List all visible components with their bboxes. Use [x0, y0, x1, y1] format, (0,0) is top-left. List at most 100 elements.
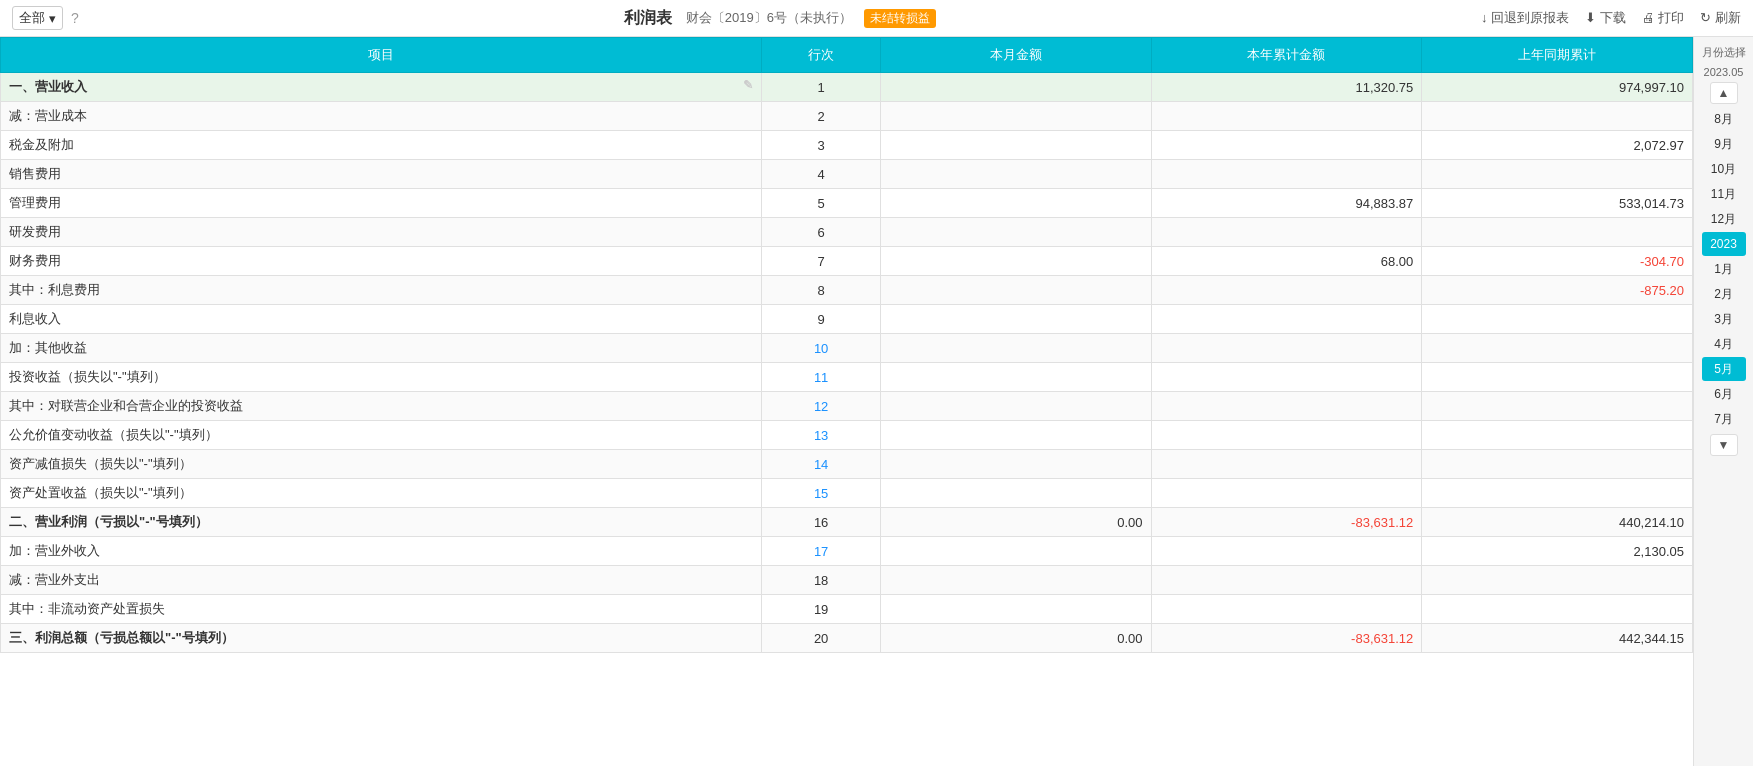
- cell-year: -83,631.12: [1151, 624, 1422, 653]
- refresh-button[interactable]: ↻ 刷新: [1700, 9, 1741, 27]
- cell-month: [880, 479, 1151, 508]
- cell-rownum[interactable]: 14: [762, 450, 880, 479]
- cell-prev: [1422, 450, 1693, 479]
- cell-year: [1151, 479, 1422, 508]
- cell-rownum[interactable]: 11: [762, 363, 880, 392]
- month-item[interactable]: 11月: [1702, 182, 1746, 206]
- month-item[interactable]: 2月: [1702, 282, 1746, 306]
- cell-item: 其中：对联营企业和合营企业的投资收益: [1, 392, 762, 421]
- sidebar-months: 8月9月10月11月12月20231月2月3月4月5月6月7月: [1700, 106, 1748, 432]
- right-sidebar: 月份选择 2023.05 ▲ 8月9月10月11月12月20231月2月3月4月…: [1693, 37, 1753, 766]
- cell-prev: [1422, 305, 1693, 334]
- header-month: 本月金额: [880, 38, 1151, 73]
- month-item[interactable]: 4月: [1702, 332, 1746, 356]
- cell-prev: [1422, 566, 1693, 595]
- cell-year: [1151, 334, 1422, 363]
- cell-prev: 440,214.10: [1422, 508, 1693, 537]
- sidebar-title: 月份选择: [1694, 41, 1753, 64]
- report-table: 项目 行次 本月金额 本年累计金额 上年同期累计 一、营业收入✎1 11,320.…: [0, 37, 1693, 653]
- cell-item: 其中：非流动资产处置损失: [1, 595, 762, 624]
- print-button[interactable]: 🖨 打印: [1642, 9, 1685, 27]
- app-container: 全部 ▾ ? 利润表 财会〔2019〕6号（未执行） 未结转损益 ↓ 回退到原报…: [0, 0, 1753, 766]
- month-item[interactable]: 6月: [1702, 382, 1746, 406]
- cell-item: 税金及附加: [1, 131, 762, 160]
- scope-label: 全部: [19, 9, 45, 27]
- cell-item: 一、营业收入✎: [1, 73, 762, 102]
- cell-rownum: 2: [762, 102, 880, 131]
- cell-year: [1151, 276, 1422, 305]
- help-icon[interactable]: ?: [71, 10, 79, 26]
- table-row: 三、利润总额（亏损总额以"-"号填列）200.00-83,631.12442,3…: [1, 624, 1693, 653]
- month-item[interactable]: 12月: [1702, 207, 1746, 231]
- cell-prev: -875.20: [1422, 276, 1693, 305]
- cell-month: [880, 189, 1151, 218]
- cell-prev: [1422, 595, 1693, 624]
- cell-rownum: 8: [762, 276, 880, 305]
- cell-item: 减：营业成本: [1, 102, 762, 131]
- month-item[interactable]: 3月: [1702, 307, 1746, 331]
- cell-rownum: 4: [762, 160, 880, 189]
- table-row: 资产减值损失（损失以"-"填列）14: [1, 450, 1693, 479]
- download-button[interactable]: ⬇ 下载: [1585, 9, 1626, 27]
- table-row: 二、营业利润（亏损以"-"号填列）160.00-83,631.12440,214…: [1, 508, 1693, 537]
- cell-item: 二、营业利润（亏损以"-"号填列）: [1, 508, 762, 537]
- cell-prev: -304.70: [1422, 247, 1693, 276]
- edit-icon[interactable]: ✎: [743, 78, 753, 92]
- table-row: 其中：利息费用8 -875.20: [1, 276, 1693, 305]
- table-row: 一、营业收入✎1 11,320.75974,997.10: [1, 73, 1693, 102]
- cell-prev: [1422, 392, 1693, 421]
- sidebar-up-button[interactable]: ▲: [1710, 82, 1738, 104]
- cell-rownum[interactable]: 12: [762, 392, 880, 421]
- cell-rownum[interactable]: 17: [762, 537, 880, 566]
- cell-rownum: 20: [762, 624, 880, 653]
- month-item[interactable]: 1月: [1702, 257, 1746, 281]
- cell-month: [880, 131, 1151, 160]
- back-button[interactable]: ↓ 回退到原报表: [1481, 9, 1569, 27]
- cell-item: 加：营业外收入: [1, 537, 762, 566]
- main-area: 项目 行次 本月金额 本年累计金额 上年同期累计 一、营业收入✎1 11,320.…: [0, 37, 1753, 766]
- cell-prev: 974,997.10: [1422, 73, 1693, 102]
- page-title: 利润表: [624, 8, 672, 29]
- cell-item: 其中：利息费用: [1, 276, 762, 305]
- cell-item: 资产处置收益（损失以"-"填列）: [1, 479, 762, 508]
- month-item[interactable]: 8月: [1702, 107, 1746, 131]
- cell-month: [880, 363, 1151, 392]
- top-bar-center: 利润表 财会〔2019〕6号（未执行） 未结转损益: [624, 8, 936, 29]
- top-bar-left: 全部 ▾ ?: [12, 6, 79, 30]
- cell-item: 利息收入: [1, 305, 762, 334]
- table-row: 其中：对联营企业和合营企业的投资收益12: [1, 392, 1693, 421]
- month-item[interactable]: 5月: [1702, 357, 1746, 381]
- sidebar-down-button[interactable]: ▼: [1710, 434, 1738, 456]
- cell-item: 减：营业外支出: [1, 566, 762, 595]
- dropdown-arrow-icon: ▾: [49, 11, 56, 26]
- cell-rownum: 16: [762, 508, 880, 537]
- month-item[interactable]: 7月: [1702, 407, 1746, 431]
- table-row: 加：其他收益10: [1, 334, 1693, 363]
- cell-rownum: 6: [762, 218, 880, 247]
- cell-month: [880, 247, 1151, 276]
- cell-year: 11,320.75: [1151, 73, 1422, 102]
- cell-item: 管理费用: [1, 189, 762, 218]
- cell-rownum[interactable]: 13: [762, 421, 880, 450]
- cell-rownum[interactable]: 15: [762, 479, 880, 508]
- cell-prev: 442,344.15: [1422, 624, 1693, 653]
- cell-prev: [1422, 334, 1693, 363]
- cell-year: [1151, 450, 1422, 479]
- table-row: 公允价值变动收益（损失以"-"填列）13: [1, 421, 1693, 450]
- cell-item: 资产减值损失（损失以"-"填列）: [1, 450, 762, 479]
- month-item[interactable]: 9月: [1702, 132, 1746, 156]
- month-item[interactable]: 10月: [1702, 157, 1746, 181]
- table-row: 研发费用6: [1, 218, 1693, 247]
- cell-rownum: 1: [762, 73, 880, 102]
- month-item[interactable]: 2023: [1702, 232, 1746, 256]
- table-row: 销售费用4: [1, 160, 1693, 189]
- cell-item: 研发费用: [1, 218, 762, 247]
- table-row: 投资收益（损失以"-"填列）11: [1, 363, 1693, 392]
- cell-rownum[interactable]: 10: [762, 334, 880, 363]
- scope-dropdown[interactable]: 全部 ▾: [12, 6, 63, 30]
- table-header-row: 项目 行次 本月金额 本年累计金额 上年同期累计: [1, 38, 1693, 73]
- cell-month: [880, 334, 1151, 363]
- cell-month: [880, 102, 1151, 131]
- cell-year: [1151, 218, 1422, 247]
- cell-rownum: 3: [762, 131, 880, 160]
